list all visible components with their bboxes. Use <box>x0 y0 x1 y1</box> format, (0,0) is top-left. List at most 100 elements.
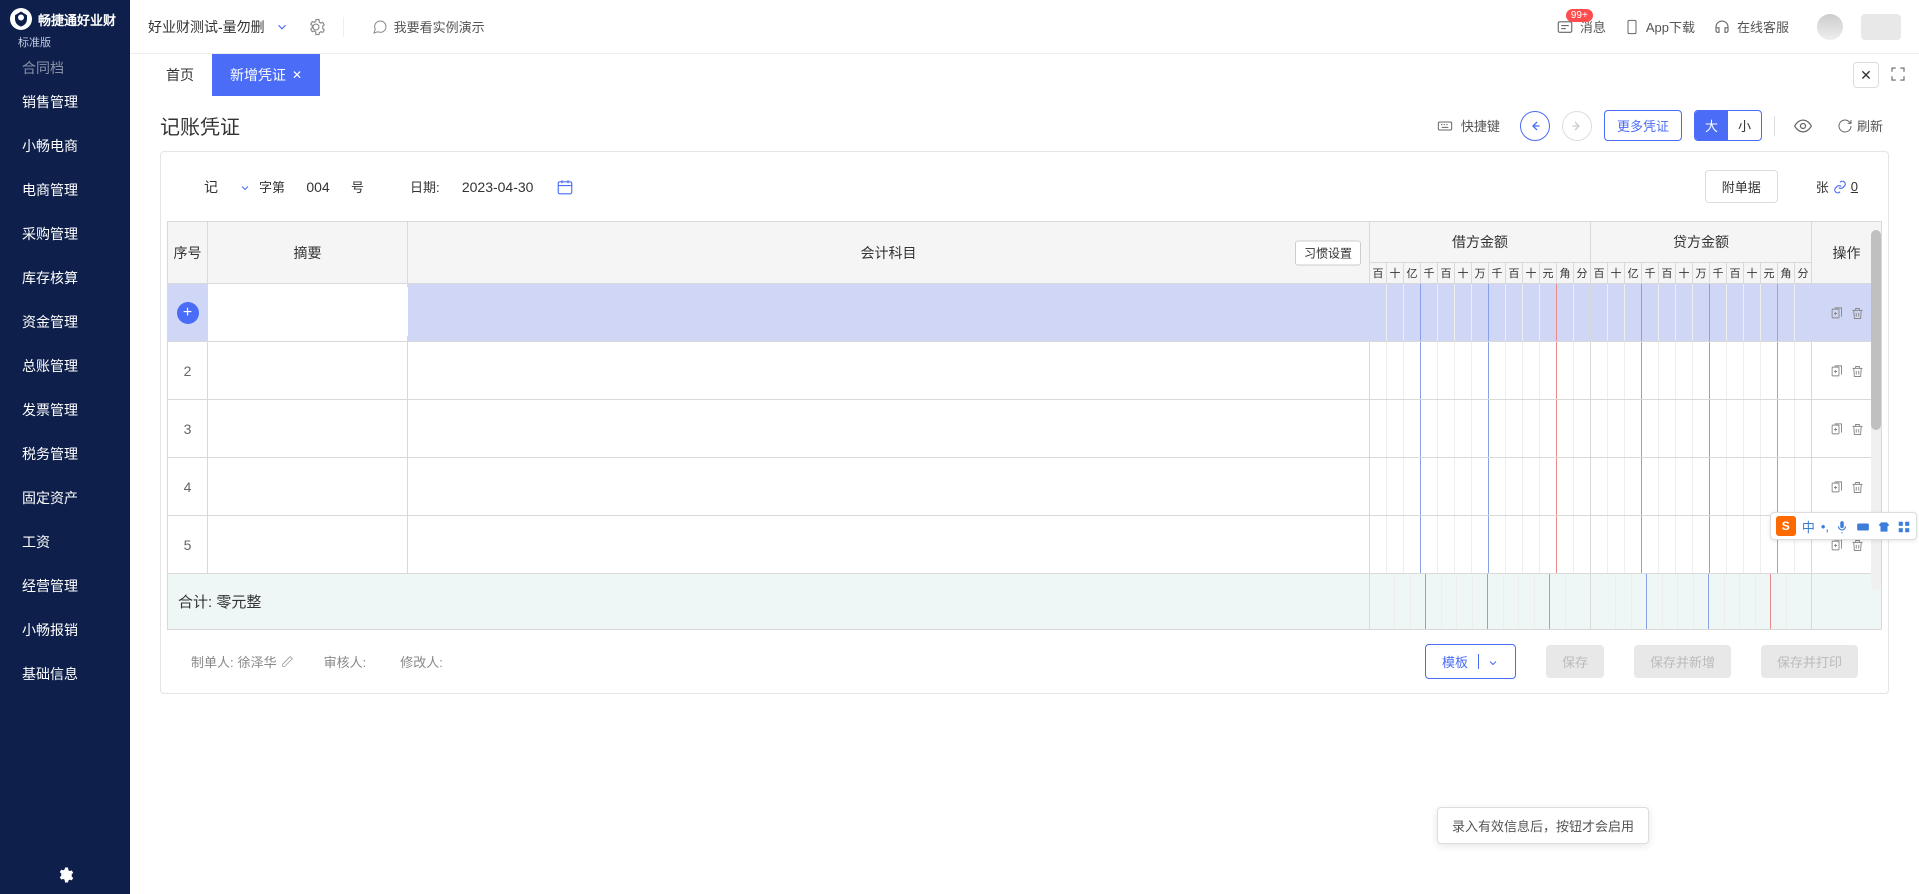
delete-row-icon[interactable] <box>1850 422 1865 437</box>
size-small[interactable]: 小 <box>1728 111 1761 140</box>
nav-item[interactable]: 总账管理 <box>0 344 130 388</box>
nav-item[interactable]: 发票管理 <box>0 388 130 432</box>
settings-button[interactable] <box>0 856 130 894</box>
fullscreen-button[interactable] <box>1889 65 1909 85</box>
tenant-select[interactable]: 好业财测试-量勿删 <box>148 17 289 37</box>
page-title: 记账凭证 <box>160 111 1415 140</box>
chevron-down-icon <box>275 20 289 34</box>
nav-item[interactable]: 库存核算 <box>0 256 130 300</box>
modifier: 修改人: <box>400 652 447 671</box>
debit-cell[interactable] <box>1370 516 1591 574</box>
attach-button[interactable]: 附单据 <box>1705 170 1778 203</box>
summary-cell[interactable] <box>208 342 408 400</box>
account-cell[interactable] <box>408 284 1370 342</box>
avatar[interactable] <box>1817 14 1843 40</box>
nav-item[interactable]: 基础信息 <box>0 652 130 696</box>
view-button[interactable] <box>1787 112 1819 140</box>
date-input[interactable] <box>448 179 548 195</box>
size-big[interactable]: 大 <box>1695 111 1728 140</box>
copy-row-icon[interactable] <box>1829 364 1844 379</box>
nav-item[interactable]: 税务管理 <box>0 432 130 476</box>
message-button[interactable]: 99+ 消息 <box>1556 17 1606 36</box>
tab-home[interactable]: 首页 <box>148 54 212 96</box>
voucher-card: 字第 号 日期: 附单据 张 0 <box>160 151 1889 694</box>
demo-link[interactable]: 我要看实例演示 <box>372 17 485 36</box>
copy-row-icon[interactable] <box>1829 306 1844 321</box>
voucher-number-input[interactable] <box>293 179 343 195</box>
debit-cell[interactable] <box>1370 284 1591 342</box>
shortcut-button[interactable]: 快捷键 <box>1427 112 1508 139</box>
debit-cell[interactable] <box>1370 400 1591 458</box>
close-panel-button[interactable]: ✕ <box>1853 62 1879 88</box>
nav-item[interactable]: 销售管理 <box>0 80 130 124</box>
summary-cell[interactable] <box>208 284 408 342</box>
seq-cell: 4 <box>168 458 208 516</box>
copy-row-icon[interactable] <box>1829 422 1844 437</box>
nav-item[interactable]: 资金管理 <box>0 300 130 344</box>
digit-header: 分 <box>1795 263 1812 284</box>
credit-cell[interactable] <box>1591 400 1812 458</box>
template-button[interactable]: 模板 <box>1425 644 1516 679</box>
copy-row-icon[interactable] <box>1829 480 1844 495</box>
app-download-button[interactable]: App下载 <box>1624 17 1695 36</box>
service-button[interactable]: 在线客服 <box>1713 17 1789 36</box>
account-cell[interactable] <box>408 400 1370 458</box>
debit-cell[interactable] <box>1370 458 1591 516</box>
nav-item[interactable]: 固定资产 <box>0 476 130 520</box>
account-cell[interactable] <box>408 516 1370 574</box>
ime-punct[interactable]: •, <box>1821 519 1829 534</box>
chevron-down-icon[interactable] <box>239 179 251 194</box>
account-cell[interactable] <box>408 342 1370 400</box>
ime-toolbar[interactable]: S 中 •, <box>1770 512 1917 540</box>
ime-menu-icon[interactable] <box>1897 518 1911 534</box>
delete-row-icon[interactable] <box>1850 306 1865 321</box>
nav-item[interactable]: 采购管理 <box>0 212 130 256</box>
digit-header: 分 <box>1574 263 1591 284</box>
ime-keyboard-icon[interactable] <box>1855 518 1871 534</box>
sidebar: 畅捷通好业财 标准版 合同档 销售管理 小畅电商 电商管理 采购管理 库存核算 … <box>0 0 130 894</box>
tab-new-voucher[interactable]: 新增凭证 ✕ <box>212 54 320 96</box>
avatar-secondary[interactable] <box>1861 14 1901 40</box>
nav-item[interactable]: 电商管理 <box>0 168 130 212</box>
nav-item[interactable]: 经营管理 <box>0 564 130 608</box>
debit-cell[interactable] <box>1370 342 1591 400</box>
tenant-name: 好业财测试-量勿删 <box>148 17 265 37</box>
summary-cell[interactable] <box>208 458 408 516</box>
link-icon[interactable] <box>1833 179 1847 195</box>
summary-cell[interactable] <box>208 400 408 458</box>
summary-cell[interactable] <box>208 516 408 574</box>
headset-icon <box>1713 18 1731 36</box>
ime-skin-icon[interactable] <box>1877 518 1891 534</box>
edition-label: 标准版 <box>0 34 130 56</box>
settings-icon[interactable] <box>307 18 325 36</box>
edit-icon[interactable] <box>281 655 294 668</box>
eye-icon <box>1793 116 1813 136</box>
nav-item[interactable]: 小畅电商 <box>0 124 130 168</box>
digit-header: 千 <box>1642 263 1659 284</box>
digit-header: 千 <box>1489 263 1506 284</box>
next-button[interactable] <box>1562 111 1592 141</box>
credit-cell[interactable] <box>1591 284 1812 342</box>
credit-cell[interactable] <box>1591 458 1812 516</box>
account-cell[interactable] <box>408 458 1370 516</box>
delete-row-icon[interactable] <box>1850 364 1865 379</box>
habit-settings-button[interactable]: 习惯设置 <box>1295 240 1361 265</box>
credit-cell[interactable] <box>1591 342 1812 400</box>
ime-mic-icon[interactable] <box>1835 518 1849 534</box>
refresh-button[interactable]: 刷新 <box>1831 112 1889 139</box>
more-vouchers-button[interactable]: 更多凭证 <box>1604 110 1682 141</box>
nav-item[interactable]: 工资 <box>0 520 130 564</box>
nav-item[interactable]: 小畅报销 <box>0 608 130 652</box>
delete-row-icon[interactable] <box>1850 480 1865 495</box>
calendar-icon[interactable] <box>556 178 574 196</box>
attach-count-value[interactable]: 0 <box>1851 179 1858 194</box>
seq-cell: 5 <box>168 516 208 574</box>
voucher-type-input[interactable] <box>191 179 231 195</box>
nav-item[interactable]: 合同档 <box>0 56 130 80</box>
close-icon[interactable]: ✕ <box>292 68 302 82</box>
add-row-button[interactable]: + <box>177 302 199 324</box>
summary-input[interactable] <box>210 287 409 336</box>
ime-lang[interactable]: 中 <box>1802 517 1815 536</box>
chevron-down-icon[interactable] <box>1478 654 1499 669</box>
prev-button[interactable] <box>1520 111 1550 141</box>
